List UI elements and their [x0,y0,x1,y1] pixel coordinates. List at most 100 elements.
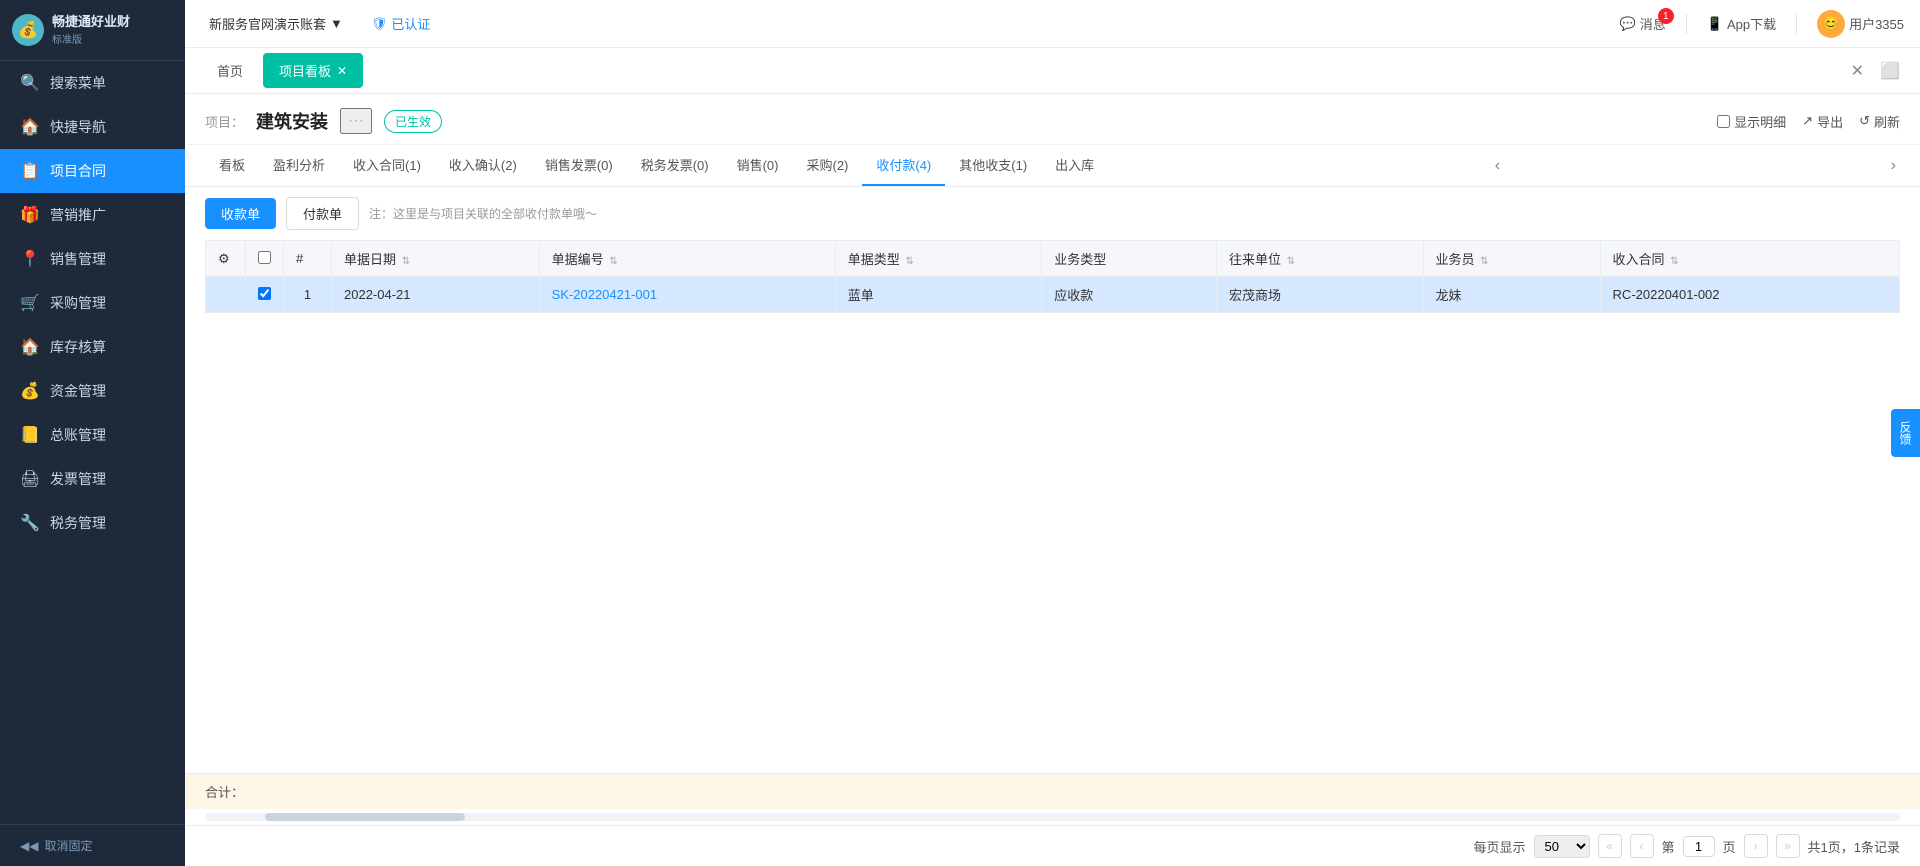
subtab-purchase[interactable]: 采购(2) [792,145,862,186]
table-head: ⚙ # 单据日期 ⇅ 单据编号 ⇅ [206,241,1900,277]
export-btn[interactable]: ↗ 导出 [1802,112,1843,131]
topbar-divider1 [1686,14,1687,34]
refresh-icon: ↺ [1859,113,1870,129]
messages-btn[interactable]: 💬 消息 1 [1620,14,1666,33]
topbar-divider2 [1796,14,1797,34]
subtab-next-btn[interactable]: › [1887,151,1900,181]
sidebar-item-label-invoice-mgmt: 发票管理 [50,469,106,489]
subtab-warehouse[interactable]: 出入库 [1041,145,1108,186]
show-detail-label: 显示明细 [1734,112,1786,131]
quick-nav-icon: 🏠 [20,117,40,137]
tab-project-board[interactable]: 项目看板 ✕ [263,53,363,88]
last-page-btn[interactable]: » [1776,834,1800,858]
content-area: 项目： 建筑安装 ··· 已生效 显示明细 ↗ 导出 ↺ 刷新 [185,94,1920,866]
subtab-payment[interactable]: 收付款(4) [862,145,945,186]
prev-page-btn[interactable]: ‹ [1630,834,1654,858]
sidebar-item-project-contract[interactable]: 📋项目合同 [0,149,185,193]
maximize-btn[interactable]: ⬜ [1876,57,1904,85]
cell-contract-0: RC-20220401-002 [1600,277,1899,313]
subtab-other-income[interactable]: 其他收支(1) [945,145,1041,186]
main-area: 新服务官网演示账套 ▼ 🛡 已认证 💬 消息 1 📱 App下载 😊 用户335… [185,0,1920,866]
th-partner[interactable]: 往来单位 ⇅ [1216,241,1423,277]
project-selector[interactable]: 新服务官网演示账套 ▼ [201,10,351,37]
subtab-sales[interactable]: 销售(0) [723,145,793,186]
subtab-prev-btn[interactable]: ‹ [1491,151,1504,181]
scrollbar-thumb[interactable] [265,813,465,821]
row-checkbox-0[interactable] [258,287,271,300]
app-download-btn[interactable]: 📱 App下载 [1707,14,1776,33]
scrollbar-track [205,813,1900,821]
sidebar-item-purchase-mgmt[interactable]: 🛒采购管理 [0,281,185,325]
th-settings[interactable]: ⚙ [206,241,246,277]
user-profile-btn[interactable]: 😊 用户3355 [1817,10,1904,38]
th-date[interactable]: 单据日期 ⇅ [332,241,540,277]
project-header: 项目： 建筑安装 ··· 已生效 显示明细 ↗ 导出 ↺ 刷新 [185,94,1920,145]
th-contract[interactable]: 收入合同 ⇅ [1600,241,1899,277]
sort-date-icon: ⇅ [402,256,410,267]
app-title: 畅捷通好业财 [52,14,130,31]
next-page-btn[interactable]: › [1744,834,1768,858]
total-label: 合计： [205,782,244,801]
close-window-btn[interactable]: ✕ [1847,57,1868,85]
sidebar-item-marketing[interactable]: 🎁营销推广 [0,193,185,237]
sidebar-item-sales-mgmt[interactable]: 📍销售管理 [0,237,185,281]
sidebar-item-invoice-mgmt[interactable]: 🖨发票管理 [0,457,185,501]
feedback-btn[interactable]: 反馈 [1891,409,1920,457]
cell-number-0[interactable]: SK-20220421-001 [539,277,835,313]
cell-date-0: 2022-04-21 [332,277,540,313]
doc-number-link-0[interactable]: SK-20220421-001 [552,287,658,302]
sidebar-item-inventory[interactable]: 🏠库存核算 [0,325,185,369]
sidebar-unpin-btn[interactable]: ◀◀ 取消固定 [0,824,185,866]
sidebar-item-ledger-mgmt[interactable]: 📒总账管理 [0,413,185,457]
cell-checkbox-0[interactable] [246,277,284,313]
receipt-tab-btn[interactable]: 收款单 [205,198,276,229]
subtab-kanban[interactable]: 看板 [205,145,259,186]
message-icon: 💬 [1620,16,1636,32]
th-salesperson[interactable]: 业务员 ⇅ [1423,241,1600,277]
page-prefix-label: 第 [1662,837,1675,856]
tax-mgmt-icon: 🔧 [20,513,40,533]
tabbar-actions: ✕ ⬜ [1847,57,1904,85]
subtab-tax-invoice[interactable]: 税务发票(0) [627,145,723,186]
cell-num-0: 1 [284,277,332,313]
fund-mgmt-icon: 💰 [20,381,40,401]
tab-close-icon[interactable]: ✕ [337,64,347,78]
subtab-revenue-confirm[interactable]: 收入确认(2) [435,145,531,186]
sidebar-item-label-search: 搜索菜单 [50,73,106,93]
sidebar-item-tax-mgmt[interactable]: 🔧 税务管理 [0,501,185,545]
subtab-revenue-contract[interactable]: 收入合同(1) [339,145,435,186]
first-page-btn[interactable]: « [1598,834,1622,858]
select-all-checkbox[interactable] [258,251,271,264]
th-type[interactable]: 单据类型 ⇅ [835,241,1042,277]
per-page-label: 每页显示 [1473,837,1525,856]
app-download-label: App下载 [1727,14,1776,33]
per-page-select[interactable]: 50 100 200 [1534,835,1590,858]
th-number[interactable]: 单据编号 ⇅ [539,241,835,277]
scrollbar-row [185,809,1920,825]
sidebar-item-label-quick-nav: 快捷导航 [50,117,106,137]
app-logo-icon: 💰 [12,14,44,46]
sidebar-item-label-tax-mgmt: 税务管理 [50,513,106,533]
project-title: 建筑安装 [256,108,328,134]
th-checkbox [246,241,284,277]
refresh-btn[interactable]: ↺ 刷新 [1859,112,1900,131]
total-pages-label: 共1页，1条记录 [1808,837,1900,856]
subtab-sales-invoice[interactable]: 销售发票(0) [531,145,627,186]
total-row: 合计： [185,773,1920,809]
sidebar-item-search[interactable]: 🔍搜索菜单 [0,61,185,105]
tab-home[interactable]: 首页 [201,53,259,88]
page-number-input[interactable] [1683,836,1715,857]
subtab-bar: 看板盈利分析收入合同(1)收入确认(2)销售发票(0)税务发票(0)销售(0)采… [185,145,1920,187]
payment-tab-btn[interactable]: 付款单 [286,197,359,230]
project-more-btn[interactable]: ··· [340,108,372,134]
show-detail-input[interactable] [1717,115,1730,128]
sidebar-item-label-ledger-mgmt: 总账管理 [50,425,106,445]
sidebar-item-quick-nav[interactable]: 🏠 快捷导航 [0,105,185,149]
cell-biz-type-0: 应收款 [1042,277,1217,313]
subtab-profit[interactable]: 盈利分析 [259,145,339,186]
th-biz-type: 业务类型 [1042,241,1217,277]
table-row[interactable]: 1 2022-04-21 SK-20220421-001 蓝单 应收款 宏茂商场… [206,277,1900,313]
sidebar-item-fund-mgmt[interactable]: 💰 资金管理 [0,369,185,413]
sidebar-item-label-fund-mgmt: 资金管理 [50,381,106,401]
show-detail-checkbox[interactable]: 显示明细 [1717,112,1786,131]
